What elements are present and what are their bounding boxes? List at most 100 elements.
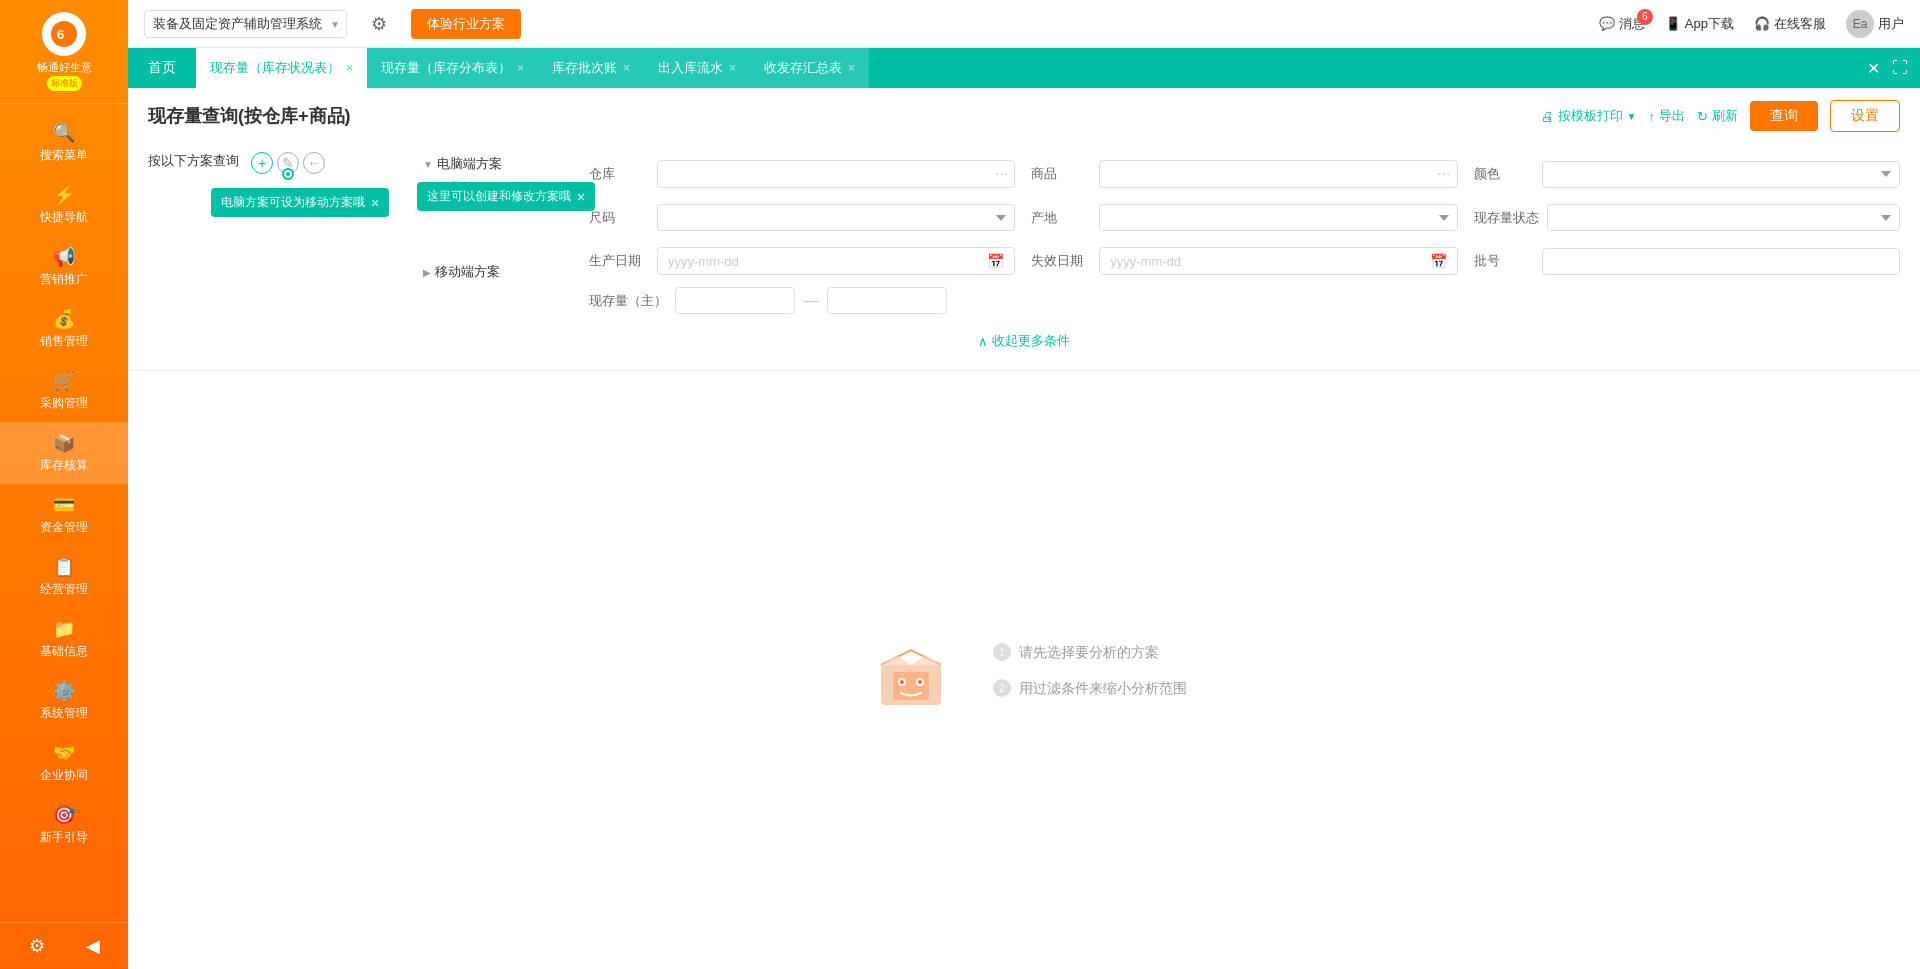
tab-recv-send[interactable]: 收发存汇总表 × (750, 48, 869, 88)
app-download-btn[interactable]: 📱 App下载 (1665, 15, 1734, 33)
enterprise-icon: 🤝 (53, 742, 75, 764)
settings-gear-btn[interactable]: ⚙ (363, 8, 395, 40)
tab-bar-right: ✕ ⛶ (1863, 55, 1920, 82)
page-title: 现存量查询(按仓库+商品) (148, 104, 351, 128)
filter-panel: 按以下方案查询 + ✎ ← 电脑方案可设为移动方案哦 × (128, 140, 1920, 371)
print-dropdown-icon: ▼ (1627, 111, 1637, 122)
sidebar-item-enterprise[interactable]: 🤝 企业协同 (0, 732, 128, 794)
svg-text:6: 6 (57, 27, 64, 42)
sidebar-item-basic-info[interactable]: 📁 基础信息 (0, 608, 128, 670)
field-warehouse-label: 仓库 (589, 165, 649, 183)
message-icon: 💬 (1599, 16, 1615, 31)
sidebar-item-quick-nav[interactable]: ⚡ 快捷导航 (0, 174, 128, 236)
tab-close-inventory-status[interactable]: × (346, 61, 353, 75)
sidebar-item-search[interactable]: 🔍 搜索菜单 (0, 112, 128, 174)
header-right: 💬 消息 6 📱 App下载 🎧 在线客服 Ea 用户 (1599, 10, 1904, 38)
sidebar-item-label: 系统管理 (40, 705, 88, 722)
sys-icon: ⚙️ (53, 680, 75, 702)
reset-settings-btn[interactable]: 设置 (1830, 100, 1900, 132)
sidebar-item-label: 营销推广 (40, 271, 88, 288)
sidebar-item-sys-mgmt[interactable]: ⚙️ 系统管理 (0, 670, 128, 732)
exp-date-placeholder: yyyy-mm-dd (1110, 254, 1181, 269)
prod-date-input[interactable]: yyyy-mm-dd 📅 (657, 247, 1015, 275)
template-print-label: 按模板打印 (1558, 107, 1623, 125)
system-name-dropdown[interactable]: 装备及固定资产辅助管理系统 ▼ (144, 10, 347, 38)
fullscreen-btn[interactable]: ⛶ (1888, 55, 1912, 81)
messages-btn[interactable]: 💬 消息 6 (1599, 15, 1645, 33)
fields-area: 仓库 ··· 商品 ··· (589, 152, 1900, 314)
query-btn[interactable]: 查询 (1750, 101, 1818, 131)
back-scheme-btn[interactable]: ← (303, 152, 325, 174)
origin-select[interactable] (1099, 204, 1457, 231)
sidebar-item-inventory[interactable]: 📦 库存核算 (0, 422, 128, 484)
tab-label: 出入库流水 (658, 59, 723, 77)
step-2-num: 2 (993, 679, 1011, 697)
template-print-btn[interactable]: 🖨 按模板打印 ▼ (1541, 107, 1637, 125)
warehouse-dots-btn[interactable]: ··· (995, 165, 1008, 183)
collapse-conditions-btn[interactable]: ∧ 收起更多条件 (148, 324, 1900, 358)
close-all-tabs-btn[interactable]: ✕ (1863, 55, 1884, 82)
filter-label: 按以下方案查询 (148, 152, 239, 170)
tab-inventory-status[interactable]: 现存量（库存状况表） × (196, 48, 367, 88)
tab-label: 现存量（库存分布表） (381, 59, 511, 77)
field-warehouse: 仓库 ··· (589, 160, 1015, 188)
logo-text: 畅通好生意 (37, 60, 92, 74)
sidebar-item-label: 资金管理 (40, 519, 88, 536)
settings-bottom-btn[interactable]: ⚙ (29, 935, 45, 957)
step-2-text: 用过滤条件来缩小分析范围 (1019, 674, 1187, 702)
sidebar-item-finance[interactable]: 💳 资金管理 (0, 484, 128, 546)
color-select[interactable] (1542, 161, 1900, 188)
export-btn[interactable]: ↑ 导出 (1649, 107, 1686, 125)
logo-icon: 6 (42, 12, 86, 56)
fields-row3: 生产日期 yyyy-mm-dd 📅 失效日期 yyyy-mm-dd 📅 (589, 239, 1900, 283)
tab-inventory-dist[interactable]: 现存量（库存分布表） × (367, 48, 538, 88)
sidebar-item-operations[interactable]: 📋 经营管理 (0, 546, 128, 608)
tab-close-inventory-dist[interactable]: × (517, 61, 524, 75)
tab-close-batch-ledger[interactable]: × (623, 61, 630, 75)
field-batch: 批号 (1474, 247, 1900, 275)
stock-main-to[interactable] (827, 287, 947, 314)
tooltip-create-close-btn[interactable]: × (577, 189, 585, 205)
tooltip-scheme: 电脑方案可设为移动方案哦 × (211, 188, 389, 217)
sidebar-item-guide[interactable]: 🎯 新手引导 (0, 794, 128, 856)
collapse-sidebar-btn[interactable]: ◀ (86, 935, 100, 957)
search-icon: 🔍 (53, 122, 75, 144)
sidebar-item-sales[interactable]: 💰 销售管理 (0, 298, 128, 360)
add-scheme-btn[interactable]: + (251, 152, 273, 174)
logo-badge: 标准版 (47, 76, 82, 91)
svg-point-6 (900, 680, 904, 684)
message-badge: 6 (1637, 9, 1653, 25)
field-goods-label: 商品 (1031, 165, 1091, 183)
online-support-btn[interactable]: 🎧 在线客服 (1754, 15, 1826, 33)
exp-date-calendar-icon[interactable]: 📅 (1430, 253, 1447, 269)
prod-date-placeholder: yyyy-mm-dd (668, 254, 739, 269)
refresh-btn[interactable]: ↻ 刷新 (1697, 107, 1738, 125)
sidebar-item-label: 库存核算 (40, 457, 88, 474)
size-select[interactable] (657, 204, 1015, 231)
tab-batch-ledger[interactable]: 库存批次账 × (538, 48, 644, 88)
online-support-label: 在线客服 (1774, 15, 1826, 33)
sidebar-item-purchase[interactable]: 🛒 采购管理 (0, 360, 128, 422)
experience-btn[interactable]: 体验行业方案 (411, 9, 521, 39)
finance-icon: 💳 (53, 494, 75, 516)
tooltip-scheme-close-btn[interactable]: × (371, 195, 379, 211)
exp-date-input[interactable]: yyyy-mm-dd 📅 (1099, 247, 1457, 275)
stock-status-select[interactable] (1547, 204, 1900, 231)
prod-date-calendar-icon[interactable]: 📅 (987, 253, 1004, 269)
sidebar-nav: 🔍 搜索菜单 ⚡ 快捷导航 📢 营销推广 💰 销售管理 🛒 采购管理 📦 库存核… (0, 104, 128, 922)
fields-row1: 仓库 ··· 商品 ··· (589, 152, 1900, 196)
user-btn[interactable]: Ea 用户 (1846, 10, 1904, 38)
sidebar-item-label: 企业协同 (40, 767, 88, 784)
sidebar-item-marketing[interactable]: 📢 营销推广 (0, 236, 128, 298)
tab-inout-flow[interactable]: 出入库流水 × (644, 48, 750, 88)
stock-main-from[interactable] (675, 287, 795, 314)
batch-input[interactable] (1542, 248, 1900, 275)
marketing-icon: 📢 (53, 246, 75, 268)
tab-close-recv-send[interactable]: × (848, 61, 855, 75)
goods-dots-btn[interactable]: ··· (1437, 165, 1450, 183)
tab-close-inout-flow[interactable]: × (729, 61, 736, 75)
tab-label: 库存批次账 (552, 59, 617, 77)
tab-home[interactable]: 首页 (128, 48, 196, 88)
purchase-icon: 🛒 (53, 370, 75, 392)
page-actions: 🖨 按模板打印 ▼ ↑ 导出 ↻ 刷新 查询 设置 (1541, 100, 1900, 132)
